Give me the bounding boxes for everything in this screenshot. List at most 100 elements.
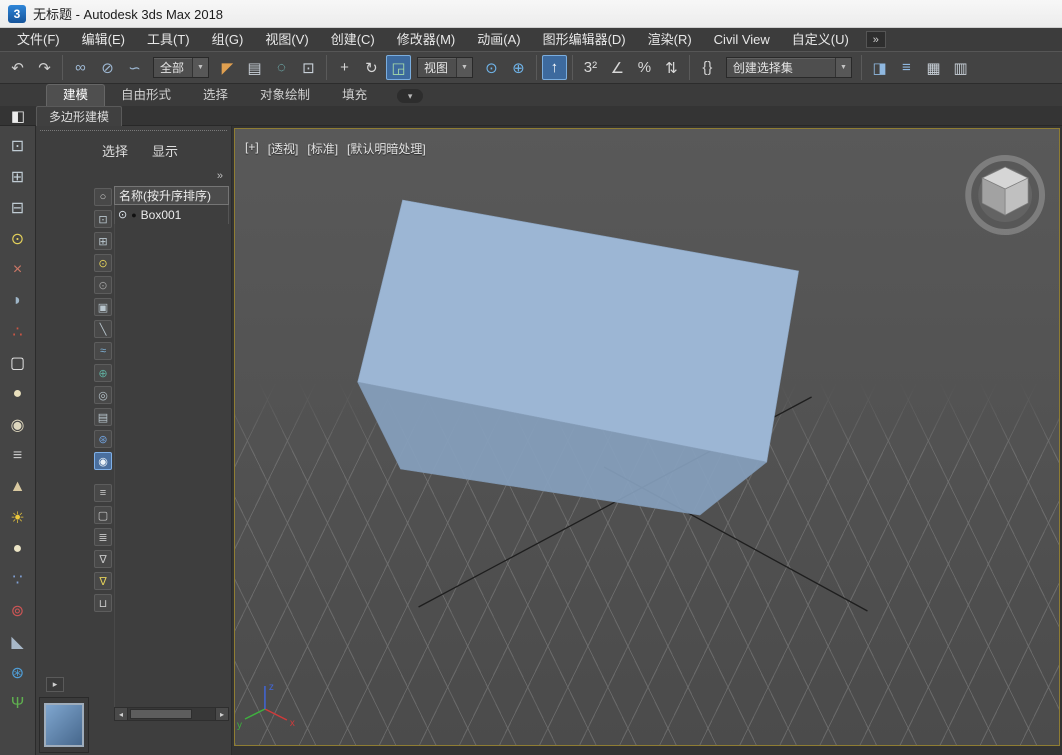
list-header-name[interactable]: 名称(按升序排序) — [114, 186, 229, 205]
viewport-thumbnail[interactable] — [44, 703, 84, 747]
link-icon[interactable]: ∞ — [68, 55, 93, 80]
undo-icon[interactable]: ↶ — [5, 55, 30, 80]
ribbon-tab-modeling[interactable]: 建模 — [46, 84, 106, 106]
cut-tool-icon[interactable]: × — [5, 256, 31, 283]
particle-flow-icon[interactable]: ∵ — [5, 566, 31, 593]
lights-on-icon[interactable]: ⊙ — [94, 254, 112, 272]
none-filter-icon[interactable]: ○ — [94, 188, 112, 206]
snap-3d-icon[interactable]: 3² — [578, 55, 603, 80]
egg-primitive-icon[interactable]: ● — [5, 380, 31, 407]
bind-spacewarp-icon[interactable]: ∽ — [122, 55, 147, 80]
plant-icon[interactable]: Ψ — [5, 690, 31, 717]
viewport-menu-pov[interactable]: [透视] — [268, 140, 299, 157]
bones-filter-icon[interactable]: ⊕ — [94, 364, 112, 382]
spacewarps-filter-icon[interactable]: ≈ — [94, 342, 112, 360]
archive-icon[interactable]: ⊔ — [94, 594, 112, 612]
edit-named-sets-icon[interactable]: {} — [695, 55, 720, 80]
box-primitive-icon[interactable]: ▢ — [5, 349, 31, 376]
mirror-icon[interactable]: ◨ — [867, 55, 892, 80]
eye-icon[interactable]: ⊙ — [118, 208, 127, 221]
menu-customize[interactable]: 自定义(U) — [781, 28, 860, 51]
cameras-filter-icon[interactable]: ▣ — [94, 298, 112, 316]
chevron-down-icon[interactable]: ▼ — [834, 58, 851, 77]
edge-panel-icon[interactable]: ⊞ — [5, 163, 31, 190]
ribbon-tab-populate[interactable]: 填充 — [326, 85, 383, 106]
sphere-primitive-icon[interactable]: ◉ — [5, 411, 31, 438]
select-manipulate-icon[interactable]: ⊕ — [506, 55, 531, 80]
explorer-tab-select[interactable]: 选择 — [102, 141, 128, 160]
perspective-viewport[interactable]: x y z [+] [透视] [标准] [默认明暗处理] — [234, 128, 1060, 746]
move-icon[interactable]: + — [332, 55, 357, 80]
containers-filter-icon[interactable]: ◎ — [94, 386, 112, 404]
viewport-menu-shading[interactable]: [默认明暗处理] — [347, 140, 426, 157]
monitor-icon[interactable]: ▤ — [94, 408, 112, 426]
selection-region-icon[interactable]: ◌ — [269, 55, 294, 80]
vertex-panel-icon[interactable]: ⊡ — [5, 132, 31, 159]
viewport-thumbnail-panel[interactable] — [39, 697, 89, 753]
ribbon-tab-object-paint[interactable]: 对象绘制 — [244, 85, 326, 106]
filter-active-icon[interactable]: ∇ — [94, 572, 112, 590]
unlink-icon[interactable]: ⊘ — [95, 55, 120, 80]
percent-snap-icon[interactable]: % — [632, 55, 657, 80]
ribbon-tab-selection[interactable]: 选择 — [187, 85, 244, 106]
helpers-filter-icon[interactable]: ╲ — [94, 320, 112, 338]
ribbon-options-button[interactable]: ▾ — [397, 89, 424, 103]
keyboard-override-icon[interactable]: ↑ — [541, 55, 567, 80]
geometry-filter-icon[interactable]: ⊡ — [94, 210, 112, 228]
menu-create[interactable]: 创建(C) — [320, 28, 386, 51]
select-object-icon[interactable]: ◤ — [215, 55, 240, 80]
coord-system-dropdown[interactable]: 视图 ▼ — [416, 57, 473, 78]
spinner-snap-icon[interactable]: ⇅ — [659, 55, 684, 80]
scroll-thumb[interactable] — [130, 709, 192, 719]
menu-rendering[interactable]: 渲染(R) — [637, 28, 703, 51]
menu-civil-view[interactable]: Civil View — [703, 28, 781, 51]
viewport-menu-general[interactable]: [+] — [245, 140, 259, 157]
hemisphere-icon[interactable]: ◗ — [5, 287, 31, 314]
list-item-box001[interactable]: ⊙ ● Box001 — [114, 205, 229, 224]
use-pivot-icon[interactable]: ⊙ — [479, 55, 504, 80]
select-by-name-icon[interactable]: ▤ — [242, 55, 267, 80]
explorer-tab-display[interactable]: 显示 — [152, 141, 178, 160]
explorer-overflow-button[interactable]: » — [217, 170, 223, 182]
molecule-icon[interactable]: ⊚ — [5, 597, 31, 624]
scroll-left-button[interactable]: ◂ — [114, 707, 128, 721]
horizontal-scrollbar[interactable]: ◂ ▸ — [114, 707, 229, 721]
shapes-filter-icon[interactable]: ⊞ — [94, 232, 112, 250]
menu-file[interactable]: 文件(F) — [6, 28, 71, 51]
filter-icon[interactable]: ∇ — [94, 550, 112, 568]
gear-icon[interactable]: ⊛ — [5, 659, 31, 686]
menu-animation[interactable]: 动画(A) — [466, 28, 531, 51]
subtab-polygon-modeling[interactable]: 多边形建模 — [36, 105, 123, 126]
menu-overflow-button[interactable]: » — [865, 31, 886, 48]
axe-icon[interactable]: ◣ — [5, 628, 31, 655]
sun-icon[interactable]: ☀ — [5, 504, 31, 531]
scroll-track[interactable] — [128, 707, 215, 721]
viewcube[interactable] — [965, 155, 1046, 235]
hidden-filter-icon[interactable]: ◉ — [94, 452, 112, 470]
frozen-filter-icon[interactable]: ⊛ — [94, 430, 112, 448]
stack-panel-icon[interactable]: ≡ — [5, 442, 31, 469]
menu-views[interactable]: 视图(V) — [254, 28, 319, 51]
angle-snap-icon[interactable]: ∠ — [605, 55, 630, 80]
toggle-ribbon-icon[interactable]: ▥ — [948, 55, 973, 80]
rotate-icon[interactable]: ↻ — [359, 55, 384, 80]
capsule-icon[interactable]: ● — [5, 535, 31, 562]
menu-modifiers[interactable]: 修改器(M) — [386, 28, 467, 51]
window-crossing-icon[interactable]: ⊡ — [296, 55, 321, 80]
align-icon[interactable]: ≡ — [894, 55, 919, 80]
menu-group[interactable]: 组(G) — [201, 28, 255, 51]
spray-icon[interactable]: ∴ — [5, 318, 31, 345]
lights-off-icon[interactable]: ⊙ — [94, 276, 112, 294]
polygon-modeling-icon[interactable]: ◧ — [0, 107, 36, 125]
chevron-down-icon[interactable]: ▼ — [455, 58, 472, 77]
selection-filter-dropdown[interactable]: 全部 ▼ — [153, 57, 209, 78]
expand-panel-button[interactable]: ▸ — [46, 677, 64, 692]
list-view-icon[interactable]: ≡ — [94, 484, 112, 502]
menu-graph-editors[interactable]: 图形编辑器(D) — [532, 28, 637, 51]
scale-icon[interactable]: ◲ — [385, 55, 411, 80]
scroll-right-button[interactable]: ▸ — [215, 707, 229, 721]
chevron-down-icon[interactable]: ▼ — [192, 58, 208, 77]
border-panel-icon[interactable]: ⊟ — [5, 194, 31, 221]
layer-manager-icon[interactable]: ▦ — [921, 55, 946, 80]
viewport-menu-render-preset[interactable]: [标准] — [307, 140, 338, 157]
